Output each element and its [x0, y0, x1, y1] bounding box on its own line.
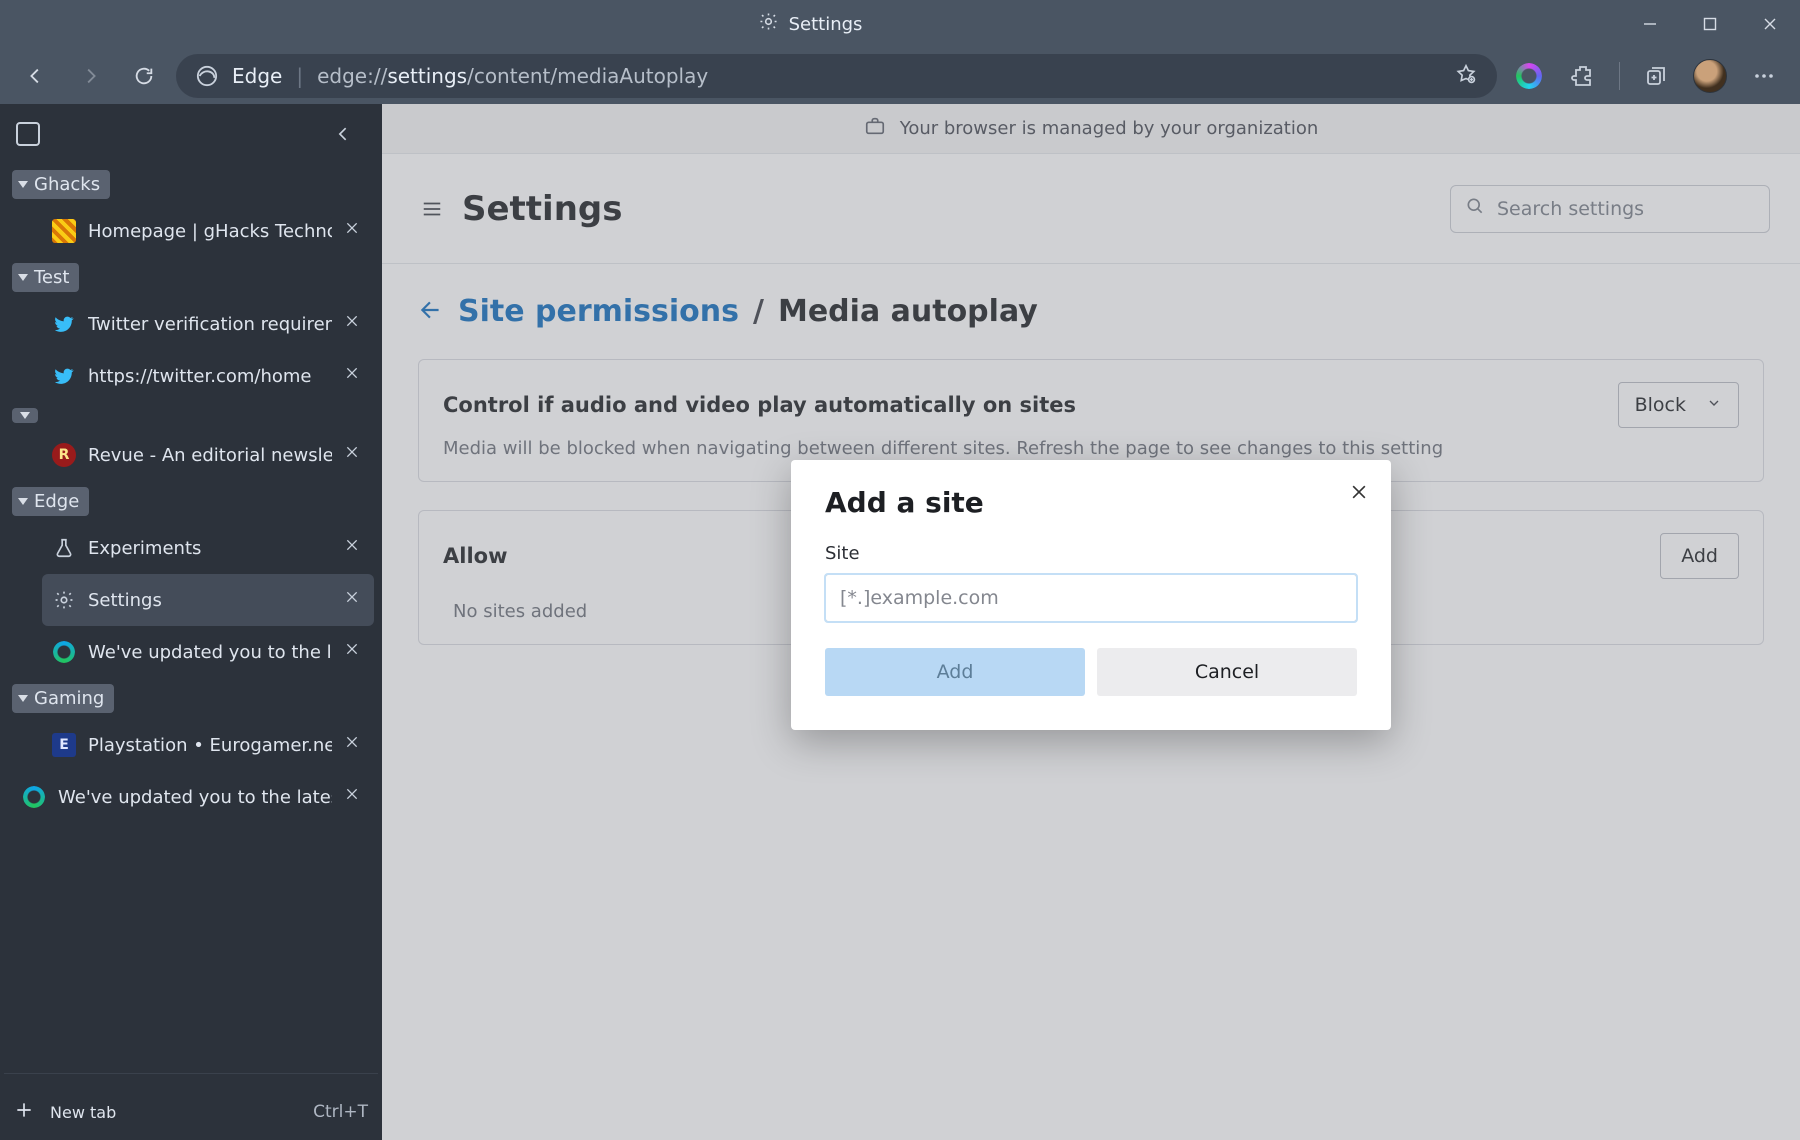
edge-icon	[22, 785, 46, 809]
chevron-down-icon	[20, 412, 30, 419]
more-menu-icon[interactable]	[1742, 54, 1786, 98]
tab-item[interactable]: E Playstation • Eurogamer.net	[42, 719, 374, 771]
settings-page: Your browser is managed by your organiza…	[382, 104, 1800, 1140]
tab-close-button[interactable]	[344, 313, 366, 335]
title-bar: Settings	[0, 0, 1800, 48]
tab-item[interactable]: We've updated you to the latest	[12, 771, 374, 823]
window-close-button[interactable]	[1740, 0, 1800, 48]
tab-label: Twitter verification requirem	[88, 314, 332, 335]
tab-item[interactable]: R Revue - An editorial newslet	[42, 429, 374, 481]
nav-back-button[interactable]	[14, 54, 58, 98]
site-favicon: R	[52, 443, 76, 467]
tab-group-label: Gaming	[34, 688, 104, 709]
extensions-icon[interactable]	[1561, 54, 1605, 98]
tab-item[interactable]: Settings	[42, 574, 374, 626]
tab-group-label: Ghacks	[34, 174, 100, 195]
tab-item[interactable]: Twitter verification requirem	[42, 298, 374, 350]
collections-icon[interactable]	[1634, 54, 1678, 98]
tab-label: Revue - An editorial newslet	[88, 445, 332, 466]
collapse-sidebar-button[interactable]	[322, 112, 366, 156]
tab-group-chip[interactable]	[12, 408, 38, 423]
chevron-down-icon	[18, 695, 28, 702]
vertical-tabs-sidebar: Ghacks Homepage | gHacks Technology Test Tw…	[0, 104, 382, 1140]
address-bar-url: edge://settings/content/mediaAutoplay	[317, 64, 708, 88]
tab-close-button[interactable]	[344, 589, 366, 611]
new-tab-label: New tab	[50, 1103, 116, 1122]
chevron-down-icon	[18, 274, 28, 281]
tab-close-button[interactable]	[344, 537, 366, 559]
tab-close-button[interactable]	[344, 641, 366, 663]
new-tab-button[interactable]: New tab Ctrl+T	[0, 1084, 382, 1140]
address-bar[interactable]: Edge | edge://settings/content/mediaAuto…	[176, 54, 1497, 98]
tab-group-chip[interactable]: Edge	[12, 487, 89, 516]
tab-label: Experiments	[88, 538, 332, 559]
gear-icon	[52, 588, 76, 612]
tab-close-button[interactable]	[344, 220, 366, 242]
tab-label: Playstation • Eurogamer.net	[88, 735, 332, 756]
flask-icon	[52, 536, 76, 560]
tab-label: https://twitter.com/home	[88, 366, 332, 387]
address-bar-brand: Edge	[232, 64, 282, 88]
tab-close-button[interactable]	[344, 786, 366, 808]
modal-overlay[interactable]: Add a site Site Add Cancel	[382, 104, 1800, 1140]
toolbar-separator	[1619, 62, 1620, 90]
tab-group-label: Edge	[34, 491, 79, 512]
new-tab-shortcut: Ctrl+T	[313, 1102, 368, 1122]
tab-item[interactable]: Homepage | gHacks Technology	[42, 205, 374, 257]
tab-group-chip[interactable]: Gaming	[12, 684, 114, 713]
tab-label: We've updated you to the latest	[58, 787, 332, 808]
browser-toolbar: Edge | edge://settings/content/mediaAuto…	[0, 48, 1800, 104]
vertical-tabs-icon[interactable]	[16, 122, 40, 146]
dialog-site-input[interactable]	[825, 574, 1357, 622]
copilot-icon[interactable]	[1507, 54, 1551, 98]
window-minimize-button[interactable]	[1620, 0, 1680, 48]
tab-item[interactable]: Experiments	[42, 522, 374, 574]
tab-item[interactable]: We've updated you to the la	[42, 626, 374, 678]
dialog-field-label: Site	[825, 543, 1357, 564]
chevron-down-icon	[18, 181, 28, 188]
tab-label: Homepage | gHacks Technology	[88, 221, 332, 242]
nav-forward-button[interactable]	[68, 54, 112, 98]
tab-close-button[interactable]	[344, 365, 366, 387]
dialog-cancel-button[interactable]: Cancel	[1097, 648, 1357, 696]
tab-group-chip[interactable]: Ghacks	[12, 170, 110, 199]
plus-icon	[14, 1100, 34, 1124]
sidebar-divider	[4, 1073, 378, 1074]
edge-icon	[196, 65, 218, 87]
site-favicon: E	[52, 733, 76, 757]
tab-group-label: Test	[34, 267, 69, 288]
window-maximize-button[interactable]	[1680, 0, 1740, 48]
add-site-dialog: Add a site Site Add Cancel	[791, 460, 1391, 730]
dialog-add-button[interactable]: Add	[825, 648, 1085, 696]
tab-close-button[interactable]	[344, 734, 366, 756]
address-bar-separator: |	[296, 64, 303, 88]
site-favicon	[52, 219, 76, 243]
tab-item[interactable]: https://twitter.com/home	[42, 350, 374, 402]
tab-label: Settings	[88, 590, 332, 611]
chevron-down-icon	[18, 498, 28, 505]
twitter-icon	[52, 312, 76, 336]
dialog-title: Add a site	[825, 486, 1357, 519]
twitter-icon	[52, 364, 76, 388]
profile-avatar[interactable]	[1688, 54, 1732, 98]
favorite-icon[interactable]	[1455, 63, 1477, 90]
tab-group-chip[interactable]: Test	[12, 263, 79, 292]
tab-label: We've updated you to the la	[88, 642, 332, 663]
tab-close-button[interactable]	[344, 444, 366, 466]
window-title: Settings	[789, 14, 863, 35]
dialog-close-button[interactable]	[1343, 476, 1375, 508]
gear-icon	[758, 11, 779, 37]
nav-refresh-button[interactable]	[122, 54, 166, 98]
edge-icon	[52, 640, 76, 664]
